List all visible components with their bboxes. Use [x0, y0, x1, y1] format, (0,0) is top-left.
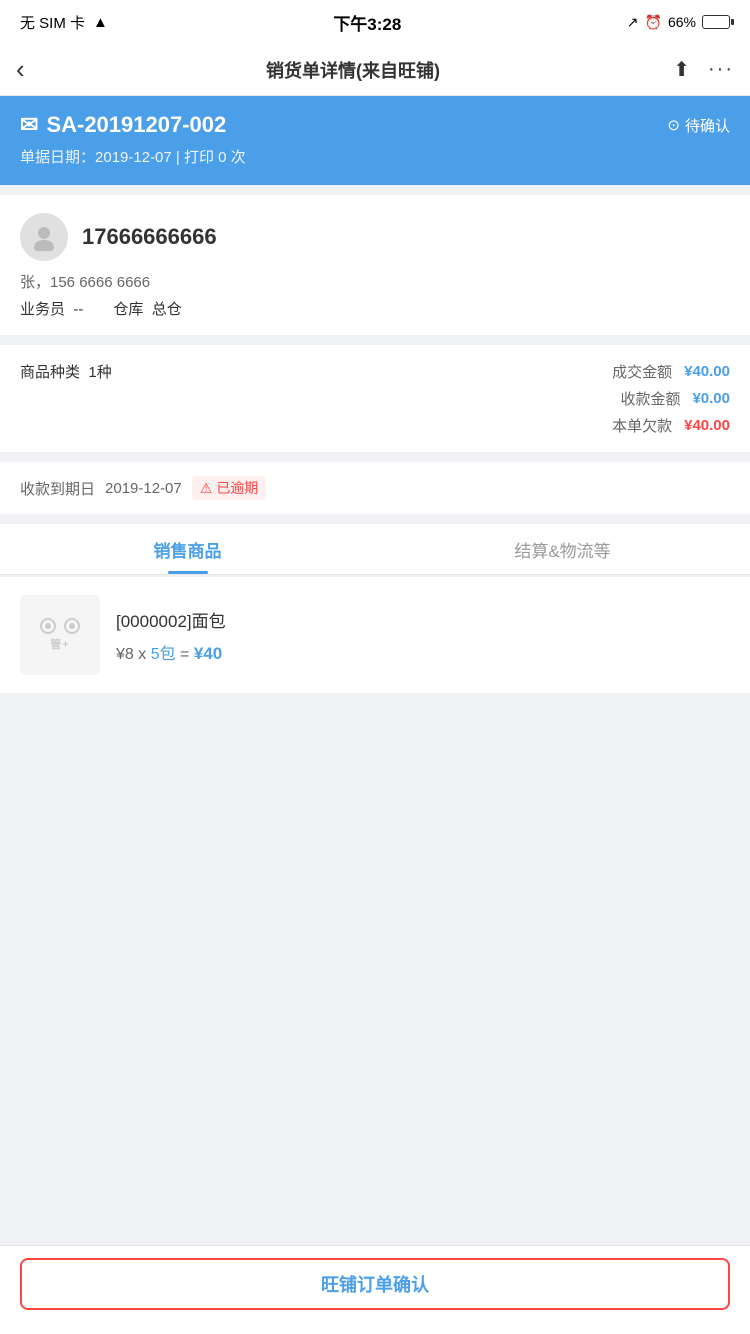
product-name-text: 面包: [192, 612, 226, 631]
warehouse-value: 总仓: [152, 301, 182, 318]
meta-print-text: 打印 0 次: [184, 149, 246, 166]
logo-eyes: [40, 618, 80, 634]
collected-label: 收款金额: [620, 388, 680, 409]
product-price: ¥8 x 5包 = ¥40: [116, 640, 730, 664]
debt-value: ¥40.00: [684, 417, 730, 434]
product-type-label: 商品种类: [20, 364, 80, 381]
debt-label: 本单欠款: [612, 415, 672, 436]
due-date-label: 收款到期日: [20, 478, 95, 499]
nav-bar: ‹ 销货单详情(来自旺铺) ⬆ ···: [0, 44, 750, 96]
tab-sales-product[interactable]: 销售商品: [0, 524, 375, 574]
order-number: ✉ SA-20191207-002: [20, 112, 226, 138]
clock-icon: ⊙: [667, 116, 680, 134]
order-meta: 单据日期：2019-12-07 | 打印 0 次: [20, 146, 730, 167]
summary-left: 商品种类 1种: [20, 361, 112, 382]
meta-date-label: 单据日期：: [20, 149, 95, 166]
summary-right: 成交金额 ¥40.00 收款金额 ¥0.00 本单欠款 ¥40.00: [612, 361, 730, 436]
battery-icon: [702, 15, 730, 29]
status-right: ↗ ⏰ 66%: [627, 14, 730, 31]
warning-icon: ⚠: [200, 480, 213, 497]
product-info: [0000002]面包 ¥8 x 5包 = ¥40: [116, 607, 730, 664]
due-section: 收款到期日 2019-12-07 ⚠ 已逾期: [0, 462, 750, 514]
product-total: ¥40: [194, 644, 222, 663]
overdue-text: 已逾期: [216, 478, 258, 498]
collected-value: ¥0.00: [692, 390, 730, 407]
wifi-icon: ▲: [93, 14, 108, 31]
product-section: 管+ [0000002]面包 ¥8 x 5包 = ¥40: [0, 577, 750, 693]
customer-row: 业务员 -- 仓库 总仓: [20, 298, 730, 319]
status-text: 待确认: [685, 115, 730, 136]
amount-label: 成交金额: [612, 361, 672, 382]
product-type-value: 1种: [88, 364, 111, 381]
equals-text: =: [176, 646, 194, 663]
debt-row: 本单欠款 ¥40.00: [612, 415, 730, 436]
meta-separator: |: [172, 149, 184, 166]
share-button[interactable]: ⬆: [673, 57, 690, 82]
order-icon: ✉: [20, 112, 38, 138]
sales-value: --: [73, 301, 83, 318]
summary-section: 商品种类 1种 成交金额 ¥40.00 收款金额 ¥0.00 本单欠款 ¥40.…: [0, 345, 750, 452]
product-item: 管+ [0000002]面包 ¥8 x 5包 = ¥40: [0, 577, 750, 693]
header-card-top: ✉ SA-20191207-002 ⊙ 待确认: [20, 112, 730, 138]
carrier-text: 无 SIM 卡: [20, 12, 85, 33]
collected-row: 收款金额 ¥0.00: [620, 388, 730, 409]
product-quantity: 5包: [151, 646, 176, 663]
order-status: ⊙ 待确认: [667, 115, 730, 136]
customer-section: 17666666666 张，156 6666 6666 业务员 -- 仓库 总仓: [0, 195, 750, 335]
amount-value: ¥40.00: [684, 363, 730, 380]
customer-name: 张，156 6666 6666: [20, 271, 730, 292]
logo-text: 管+: [50, 636, 69, 652]
battery-percent: 66%: [668, 14, 696, 30]
header-card: ✉ SA-20191207-002 ⊙ 待确认 单据日期：2019-12-07 …: [0, 96, 750, 185]
alarm-icon: ⏰: [645, 14, 662, 31]
status-left: 无 SIM 卡 ▲: [20, 12, 108, 33]
customer-phone: 17666666666: [82, 224, 217, 250]
back-button[interactable]: ‹: [16, 50, 33, 89]
tabs-row: 销售商品 结算&物流等: [0, 524, 750, 574]
product-logo: 管+: [30, 615, 90, 655]
product-name: [0000002]面包: [116, 607, 730, 632]
avatar: [20, 213, 68, 261]
price-text: ¥8 x: [116, 646, 151, 663]
order-number-text: SA-20191207-002: [46, 112, 226, 138]
product-type-item: 商品种类 1种: [20, 361, 112, 382]
location-icon: ↗: [627, 14, 639, 31]
customer-top: 17666666666: [20, 213, 730, 261]
meta-date-value: 2019-12-07: [95, 149, 172, 166]
product-thumbnail: 管+: [20, 595, 100, 675]
status-bar: 无 SIM 卡 ▲ 下午3:28 ↗ ⏰ 66%: [0, 0, 750, 44]
more-button[interactable]: ···: [708, 58, 734, 81]
logo-eye-left: [40, 618, 56, 634]
due-date-value: 2019-12-07: [105, 480, 182, 497]
warehouse-label: 仓库 总仓: [113, 298, 181, 319]
time-display: 下午3:28: [333, 10, 401, 35]
nav-right: ⬆ ···: [673, 57, 734, 82]
page-title: 销货单详情(来自旺铺): [266, 57, 440, 83]
tabs-section: 销售商品 结算&物流等: [0, 524, 750, 575]
confirm-order-button[interactable]: 旺铺订单确认: [20, 1258, 730, 1310]
sales-label: 业务员 --: [20, 298, 83, 319]
logo-eye-right: [64, 618, 80, 634]
empty-space: [0, 693, 750, 873]
overdue-badge: ⚠ 已逾期: [192, 476, 267, 500]
bottom-bar: 旺铺订单确认: [0, 1245, 750, 1334]
product-code: [0000002]: [116, 612, 192, 631]
amount-row: 成交金额 ¥40.00: [612, 361, 730, 382]
tab-settlement[interactable]: 结算&物流等: [375, 524, 750, 574]
